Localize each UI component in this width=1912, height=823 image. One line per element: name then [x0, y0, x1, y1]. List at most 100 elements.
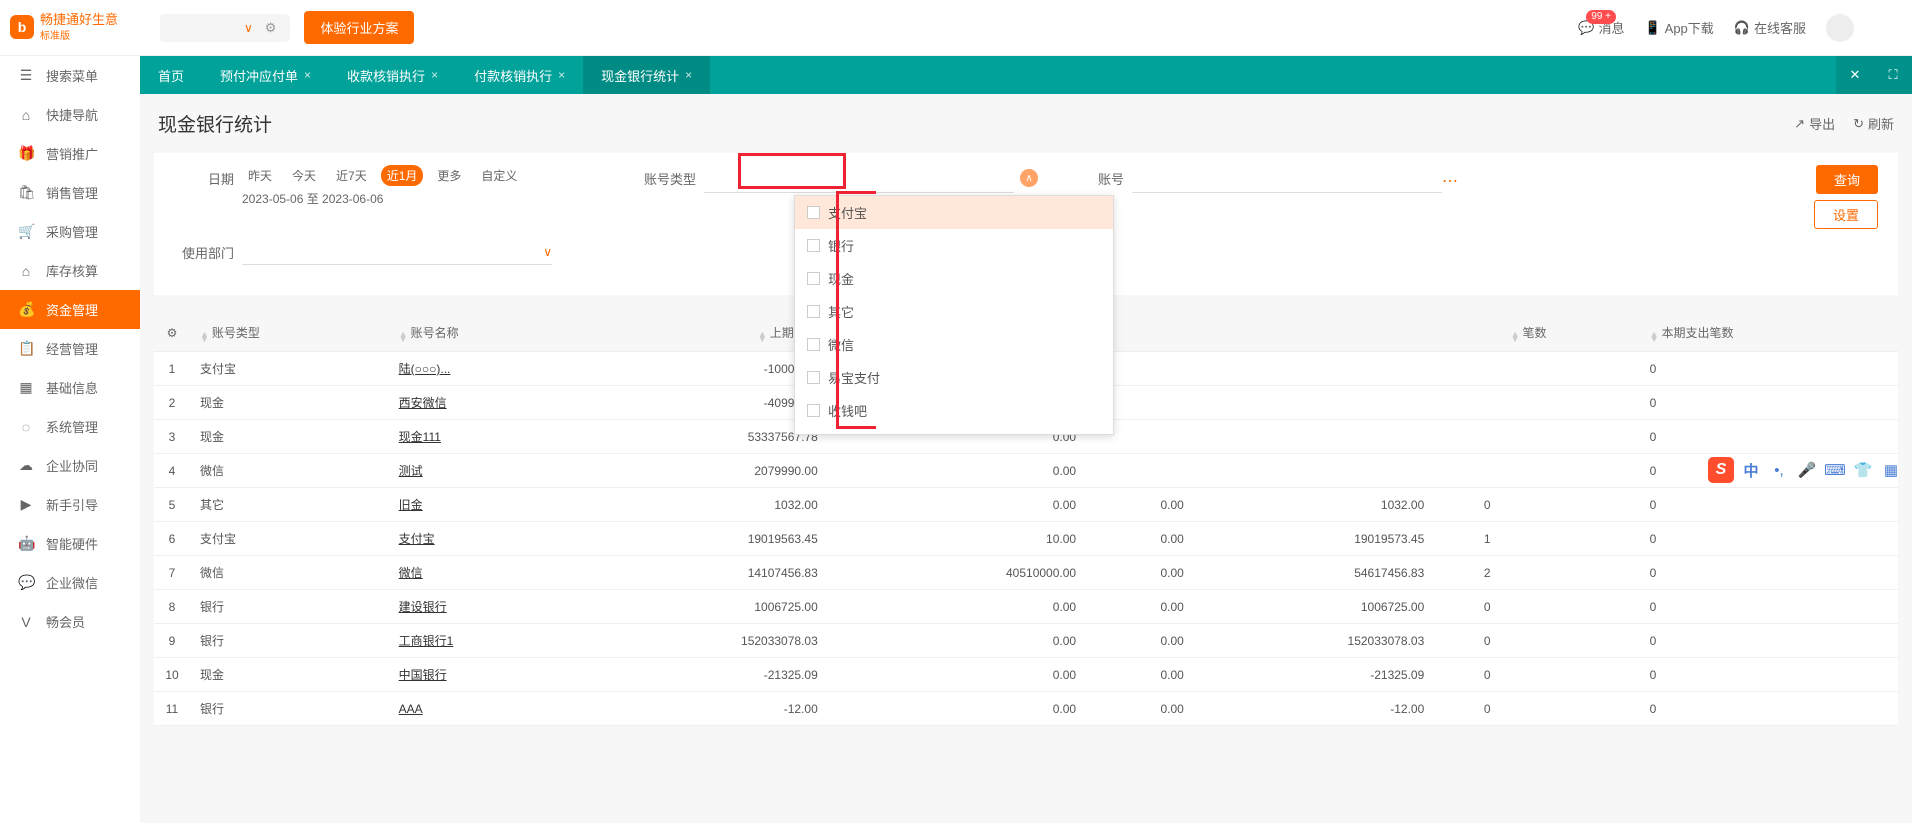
tab-1[interactable]: 预付冲应付单×: [202, 56, 329, 94]
date-opt[interactable]: 昨天: [242, 165, 278, 186]
ime-logo-icon[interactable]: S: [1708, 457, 1734, 483]
dropdown-item[interactable]: 收钱吧: [795, 394, 1113, 427]
settings-button[interactable]: 设置: [1814, 200, 1878, 229]
dropdown-item[interactable]: 微信: [795, 328, 1113, 361]
sidebar-icon: ▶: [18, 496, 34, 513]
acct-name-link[interactable]: 旧金: [399, 498, 423, 512]
sidebar-item-3[interactable]: 🛍销售管理: [0, 173, 140, 212]
expand-button[interactable]: [1874, 14, 1902, 42]
col-header[interactable]: ▲▼本期支出笔数: [1640, 315, 1898, 352]
acct-name-link[interactable]: AAA: [399, 702, 423, 716]
dropdown-item[interactable]: 支付宝: [795, 196, 1113, 229]
dropdown-item[interactable]: 银行: [795, 229, 1113, 262]
dropdown-item[interactable]: 现金: [795, 262, 1113, 295]
sidebar-item-6[interactable]: 💰资金管理: [0, 290, 140, 329]
date-range: 2023-05-06 至 2023-06-06: [242, 190, 523, 207]
checkbox[interactable]: [807, 305, 820, 318]
col-header[interactable]: ▲▼账号名称: [389, 315, 588, 352]
refresh-button[interactable]: ↻ 刷新: [1853, 114, 1894, 133]
acct-name-link[interactable]: 中国银行: [399, 668, 447, 682]
query-button[interactable]: 查询: [1816, 165, 1878, 194]
sort-icon: ▲▼: [1650, 332, 1659, 342]
try-solution-button[interactable]: 体验行业方案: [304, 11, 414, 44]
sidebar-item-4[interactable]: 🛒采购管理: [0, 212, 140, 251]
app-download-link[interactable]: 📱 App下载: [1644, 18, 1713, 37]
col-header[interactable]: ⚙: [154, 315, 190, 352]
company-selector[interactable]: ∨ ⚙: [160, 14, 290, 42]
col-header[interactable]: [1434, 315, 1500, 352]
sidebar-item-5[interactable]: ⌂库存核算: [0, 251, 140, 290]
tab-2[interactable]: 收款核销执行×: [329, 56, 456, 94]
close-icon[interactable]: ×: [558, 68, 565, 82]
messages-link[interactable]: 💬 99 + 消息: [1578, 18, 1624, 37]
acct-name-link[interactable]: 工商银行1: [399, 634, 454, 648]
sidebar-item-0[interactable]: ☰搜索菜单: [0, 56, 140, 95]
sort-icon: ▲▼: [1511, 332, 1520, 342]
sidebar-icon: 🛒: [18, 223, 34, 240]
acct-name-link[interactable]: 支付宝: [399, 532, 435, 546]
acct-name-link[interactable]: 微信: [399, 566, 423, 580]
acct-name-link[interactable]: 现金111: [399, 430, 441, 444]
export-button[interactable]: ↗ 导出: [1794, 114, 1835, 133]
sidebar-item-9[interactable]: ◌系统管理: [0, 407, 140, 446]
dept-select[interactable]: ∨: [242, 239, 552, 265]
col-header[interactable]: ▲▼笔数: [1501, 315, 1640, 352]
customer-service-link[interactable]: 🎧 在线客服: [1734, 18, 1806, 37]
acct-name-link[interactable]: 测试: [399, 464, 423, 478]
acct-name-link[interactable]: 建设银行: [399, 600, 447, 614]
tab-0[interactable]: 首页: [140, 56, 202, 94]
ime-lang[interactable]: 中: [1740, 459, 1762, 481]
checkbox[interactable]: [807, 338, 820, 351]
acct-name-link[interactable]: 陆(○○○)...: [399, 362, 451, 376]
col-header[interactable]: ▲▼账号类型: [190, 315, 389, 352]
dropdown-item[interactable]: 其它: [795, 295, 1113, 328]
date-opt[interactable]: 近1月: [381, 165, 424, 186]
ime-punct-icon[interactable]: •,: [1768, 459, 1790, 481]
sidebar-item-12[interactable]: 🤖智能硬件: [0, 524, 140, 563]
close-icon[interactable]: ×: [431, 68, 438, 82]
acct-name-link[interactable]: 西安微信: [399, 396, 447, 410]
sidebar-item-1[interactable]: ⌂快捷导航: [0, 95, 140, 134]
acct-type-input[interactable]: [704, 165, 1014, 193]
gear-icon[interactable]: ⚙: [167, 326, 178, 340]
close-icon[interactable]: ×: [685, 68, 692, 82]
sidebar-item-11[interactable]: ▶新手引导: [0, 485, 140, 524]
sidebar-icon: V: [18, 614, 34, 630]
date-opt[interactable]: 更多: [431, 165, 467, 186]
checkbox[interactable]: [807, 206, 820, 219]
avatar[interactable]: [1826, 14, 1854, 42]
sidebar-item-10[interactable]: ☁企业协同: [0, 446, 140, 485]
ime-keyboard-icon[interactable]: ⌨: [1824, 459, 1846, 481]
sidebar-item-13[interactable]: 💬企业微信: [0, 563, 140, 602]
date-opt[interactable]: 自定义: [475, 165, 523, 186]
checkbox[interactable]: [807, 272, 820, 285]
checkbox[interactable]: [807, 371, 820, 384]
dropdown-item[interactable]: 长沙银行: [795, 427, 1113, 435]
acct-type-toggle[interactable]: ∧: [1020, 169, 1038, 187]
acct-input[interactable]: [1132, 165, 1442, 193]
date-label: 日期: [174, 165, 242, 207]
dropdown-item[interactable]: 易宝支付: [795, 361, 1113, 394]
msg-badge: 99 +: [1586, 10, 1616, 24]
date-opt[interactable]: 近7天: [330, 165, 373, 186]
checkbox[interactable]: [807, 404, 820, 417]
checkbox[interactable]: [807, 239, 820, 252]
col-header[interactable]: ▲▼上期余额: [587, 315, 827, 352]
sidebar-item-7[interactable]: 📋经营管理: [0, 329, 140, 368]
sidebar: ☰搜索菜单⌂快捷导航🎁营销推广🛍销售管理🛒采购管理⌂库存核算💰资金管理📋经营管理…: [0, 56, 140, 823]
sidebar-item-8[interactable]: ▦基础信息: [0, 368, 140, 407]
sidebar-item-2[interactable]: 🎁营销推广: [0, 134, 140, 173]
ime-mic-icon[interactable]: 🎤: [1796, 459, 1818, 481]
sidebar-item-14[interactable]: V畅会员: [0, 602, 140, 641]
close-icon[interactable]: ×: [304, 68, 311, 82]
tab-3[interactable]: 付款核销执行×: [456, 56, 583, 94]
more-filters-button[interactable]: ⋯: [1442, 171, 1460, 191]
col-header[interactable]: [1194, 315, 1434, 352]
date-opt[interactable]: 今天: [286, 165, 322, 186]
tab-4[interactable]: 现金银行统计×: [583, 56, 710, 94]
gear-icon[interactable]: ⚙: [265, 20, 277, 36]
close-tab-button[interactable]: ✕: [1836, 56, 1874, 94]
ime-skin-icon[interactable]: 👕: [1852, 459, 1874, 481]
fullscreen-button[interactable]: ⛶: [1874, 56, 1912, 94]
ime-toolbox-icon[interactable]: ▦: [1880, 459, 1902, 481]
